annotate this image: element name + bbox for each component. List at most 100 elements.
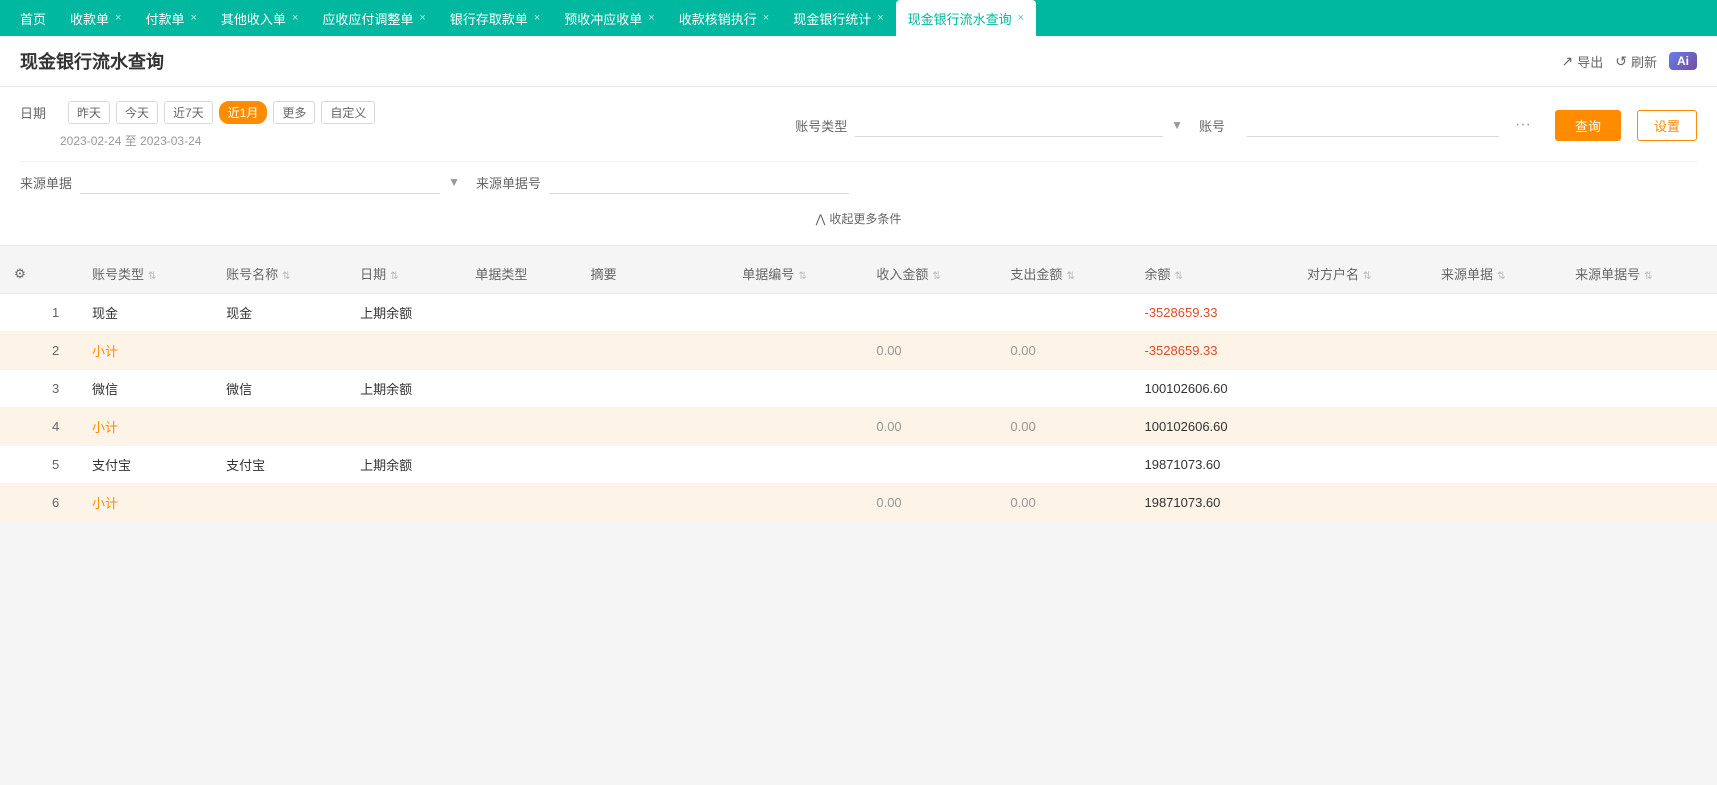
th-account-type[interactable]: 账号类型⇅ [80,254,214,294]
td-date [348,408,463,446]
source-doc-no-input[interactable] [549,170,849,194]
close-bank-deposit-tab[interactable]: × [534,12,540,24]
nav-receipt[interactable]: 收款单 × [58,0,133,36]
date-custom[interactable]: 自定义 [321,101,375,124]
td-doc-type [463,408,578,446]
date-1month[interactable]: 近1月 [219,101,268,124]
td-date [348,332,463,370]
td-date: 上期余额 [348,446,463,484]
td-doc-type [463,294,578,332]
th-doc-no[interactable]: 单据编号⇅ [730,254,864,294]
nav-other-income[interactable]: 其他收入单 × [209,0,310,36]
td-source-doc [1429,446,1563,484]
account-type-arrow: ▼ [1171,118,1183,132]
table-row: 6 小计 0.00 0.00 19871073.60 [0,484,1717,522]
close-cash-stats-tab[interactable]: × [877,12,883,24]
td-counterparty [1295,446,1429,484]
date-more[interactable]: 更多 [273,101,315,124]
close-other-income-tab[interactable]: × [292,12,298,24]
td-index: 6 [40,484,80,522]
nav-adjustment[interactable]: 应收应付调整单 × [310,0,437,36]
date-7days[interactable]: 近7天 [164,101,213,124]
td-date: 上期余额 [348,294,463,332]
date-label: 日期 [20,103,60,122]
th-date[interactable]: 日期⇅ [348,254,463,294]
nav-payment[interactable]: 付款单 × [133,0,208,36]
td-expense: 0.00 [998,408,1132,446]
source-doc-input[interactable] [80,170,440,194]
td-source-doc-no [1563,446,1717,484]
td-income: 0.00 [864,332,998,370]
th-account-name[interactable]: 账号名称⇅ [214,254,348,294]
date-today[interactable]: 今天 [116,101,158,124]
ai-badge: Ai [1669,52,1697,70]
th-source-doc-no[interactable]: 来源单据号⇅ [1563,254,1717,294]
account-type-filter: 账号类型 ▼ [795,113,1183,137]
td-date: 上期余额 [348,370,463,408]
td-index: 1 [40,294,80,332]
close-advance-offset-tab[interactable]: × [648,12,654,24]
data-table: ⚙ 账号类型⇅ 账号名称⇅ 日期⇅ 单据类型 摘要 单据编号⇅ 收入金额⇅ 支出… [0,254,1717,522]
th-source-doc[interactable]: 来源单据⇅ [1429,254,1563,294]
refresh-button[interactable]: ↺ 刷新 [1615,52,1657,71]
td-summary [579,446,731,484]
td-doc-type [463,446,578,484]
th-gear[interactable]: ⚙ [0,254,40,294]
nav-advance-offset[interactable]: 预收冲应收单 × [552,0,666,36]
page-title: 现金银行流水查询 [20,48,164,74]
td-gear [0,294,40,332]
account-more-button[interactable]: ··· [1507,116,1539,134]
td-balance: 100102606.60 [1132,370,1295,408]
td-summary [579,484,731,522]
th-balance[interactable]: 余额⇅ [1132,254,1295,294]
th-expense[interactable]: 支出金额⇅ [998,254,1132,294]
close-writeoff-tab[interactable]: × [763,12,769,24]
td-index: 5 [40,446,80,484]
account-input[interactable] [1247,113,1499,137]
td-account-name [214,408,348,446]
td-doc-no [730,370,864,408]
nav-cash-flow-query[interactable]: 现金银行流水查询 × [896,0,1036,36]
source-doc-filter: 来源单据 ▼ [20,170,460,194]
collapse-button[interactable]: ⋀ 收起更多条件 [20,206,1697,231]
td-gear [0,484,40,522]
td-source-doc [1429,370,1563,408]
nav-home[interactable]: 首页 [8,0,58,36]
date-range-display: 2023-02-24 至 2023-03-24 [60,132,375,149]
nav-writeoff[interactable]: 收款核销执行 × [667,0,781,36]
close-payment-tab[interactable]: × [190,12,196,24]
th-income[interactable]: 收入金额⇅ [864,254,998,294]
td-doc-type [463,370,578,408]
th-index [40,254,80,294]
date-yesterday[interactable]: 昨天 [68,101,110,124]
td-doc-no [730,446,864,484]
filter-area: 日期 昨天 今天 近7天 近1月 更多 自定义 2023-02-24 至 202… [0,87,1717,246]
nav-cash-stats[interactable]: 现金银行统计 × [781,0,895,36]
query-button[interactable]: 查询 [1555,110,1621,141]
nav-bank-deposit[interactable]: 银行存取款单 × [438,0,552,36]
td-expense: 0.00 [998,332,1132,370]
td-account-name [214,484,348,522]
td-doc-no [730,408,864,446]
table-row: 1 现金 现金 上期余额 -3528659.33 [0,294,1717,332]
td-account-type: 支付宝 [80,446,214,484]
td-gear [0,370,40,408]
collapse-icon: ⋀ [816,212,826,226]
close-receipt-tab[interactable]: × [115,12,121,24]
account-type-input[interactable] [855,113,1163,137]
td-balance: -3528659.33 [1132,294,1295,332]
close-cash-flow-tab[interactable]: × [1018,12,1024,24]
top-navigation: 首页 收款单 × 付款单 × 其他收入单 × 应收应付调整单 × 银行存取款单 … [0,0,1717,36]
td-index: 4 [40,408,80,446]
source-doc-arrow: ▼ [448,175,460,189]
th-counterparty[interactable]: 对方户名⇅ [1295,254,1429,294]
export-button[interactable]: ↗ 导出 [1562,52,1604,71]
table-row: 5 支付宝 支付宝 上期余额 19871073.60 [0,446,1717,484]
td-account-type: 小计 [80,332,214,370]
td-summary [579,294,731,332]
table-container: ⚙ 账号类型⇅ 账号名称⇅ 日期⇅ 单据类型 摘要 单据编号⇅ 收入金额⇅ 支出… [0,254,1717,522]
source-doc-no-filter: 来源单据号 [476,170,976,194]
table-row: 4 小计 0.00 0.00 100102606.60 [0,408,1717,446]
close-adjustment-tab[interactable]: × [419,12,425,24]
settings-button[interactable]: 设置 [1637,110,1697,141]
